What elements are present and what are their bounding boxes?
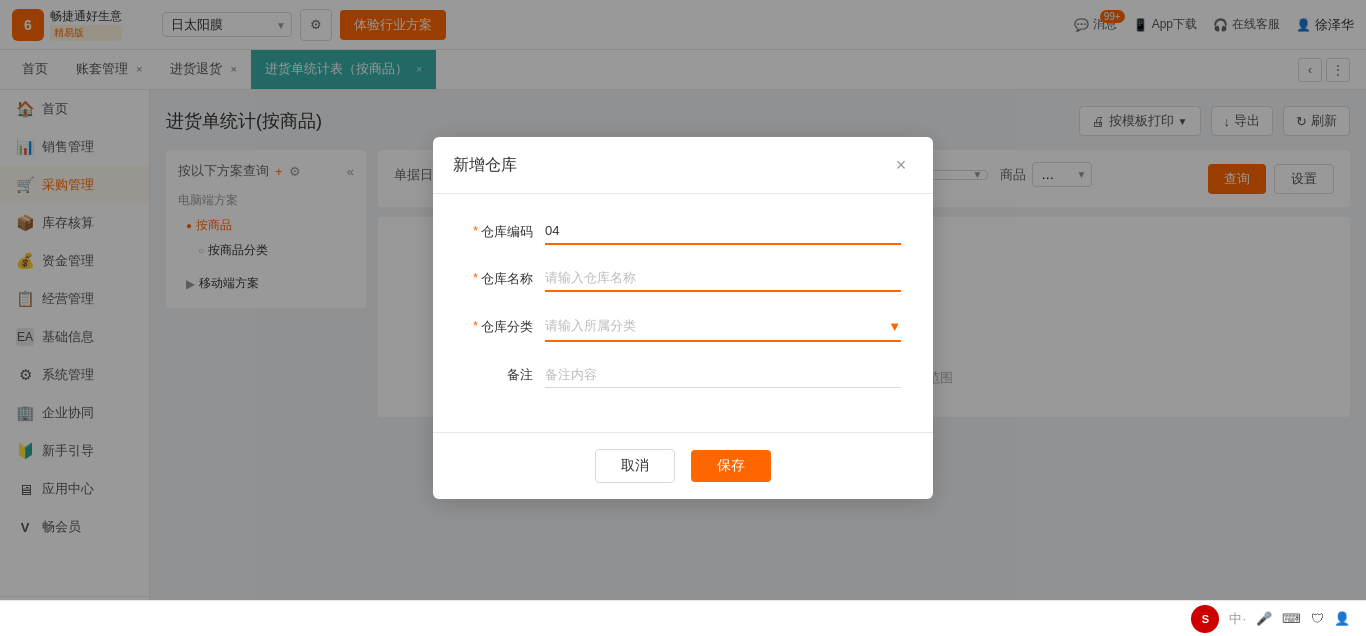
form-row-name: 仓库名称 (465, 265, 901, 292)
keyboard-status-icon[interactable]: ⌨ (1282, 611, 1301, 626)
form-label-code: 仓库编码 (465, 223, 545, 241)
status-icons: S 中· 🎤 ⌨ 🛡 👤 (1191, 605, 1350, 633)
cancel-button[interactable]: 取消 (595, 449, 675, 483)
shield-status-icon[interactable]: 🛡 (1311, 611, 1324, 626)
modal-overlay[interactable]: 新增仓库 × 仓库编码 仓库名称 仓库分类 请输入所属分类 ▼ (0, 0, 1366, 636)
modal-header: 新增仓库 × (433, 137, 933, 194)
warehouse-code-input[interactable] (545, 218, 901, 245)
form-row-note: 备注 (465, 362, 901, 388)
form-row-code: 仓库编码 (465, 218, 901, 245)
modal-close-button[interactable]: × (889, 153, 913, 177)
warehouse-note-input[interactable] (545, 362, 901, 388)
middle-dot-icon: 中· (1229, 610, 1246, 628)
warehouse-name-input[interactable] (545, 265, 901, 292)
modal-body: 仓库编码 仓库名称 仓库分类 请输入所属分类 ▼ 备注 (433, 194, 933, 432)
category-chevron-icon: ▼ (888, 319, 901, 334)
save-button[interactable]: 保存 (691, 450, 771, 482)
sougou-icon[interactable]: S (1191, 605, 1219, 633)
modal-footer: 取消 保存 (433, 432, 933, 499)
warehouse-category-select[interactable]: 请输入所属分类 ▼ (545, 312, 901, 342)
form-label-category: 仓库分类 (465, 318, 545, 336)
form-row-category: 仓库分类 请输入所属分类 ▼ (465, 312, 901, 342)
form-label-name: 仓库名称 (465, 270, 545, 288)
modal-title: 新增仓库 (453, 155, 517, 176)
user-status-icon[interactable]: 👤 (1334, 611, 1350, 626)
form-label-note: 备注 (465, 366, 545, 384)
new-warehouse-modal: 新增仓库 × 仓库编码 仓库名称 仓库分类 请输入所属分类 ▼ (433, 137, 933, 499)
status-bar: S 中· 🎤 ⌨ 🛡 👤 (0, 600, 1366, 636)
mic-status-icon[interactable]: 🎤 (1256, 611, 1272, 626)
